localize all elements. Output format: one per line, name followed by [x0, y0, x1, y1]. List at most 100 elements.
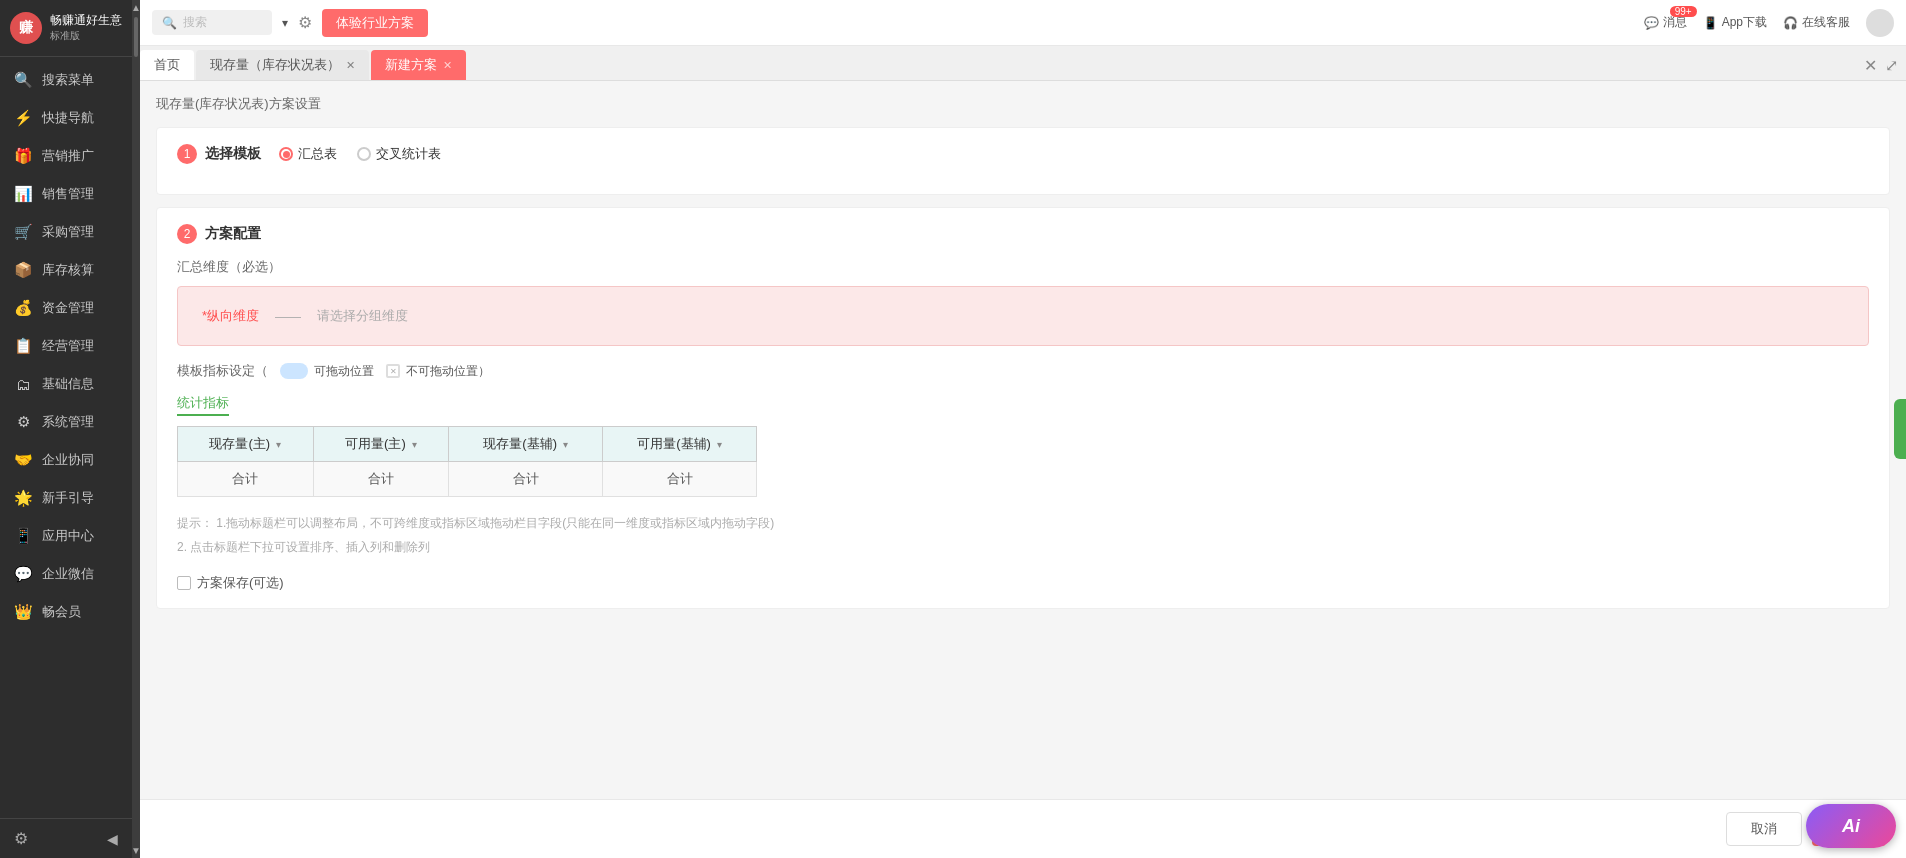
dimension-box[interactable]: *纵向维度 —— 请选择分组维度	[177, 286, 1869, 346]
tab-bar: 首页 现存量（库存状况表） ✕ 新建方案 ✕ ✕ ⤢	[140, 46, 1906, 81]
sidebar-label-basic-info: 基础信息	[42, 375, 94, 393]
radio-summary-label: 汇总表	[298, 145, 337, 163]
col-header-1[interactable]: 现存量(主) ▾	[178, 427, 314, 462]
radio-crosstab-indicator	[357, 147, 371, 161]
online-service-item[interactable]: 🎧 在线客服	[1783, 14, 1850, 31]
col-header-3[interactable]: 现存量(基辅) ▾	[449, 427, 603, 462]
template-radio-group: 汇总表 交叉统计表	[279, 145, 1869, 163]
col-header-2[interactable]: 可用量(主) ▾	[313, 427, 449, 462]
online-service-label: 在线客服	[1802, 14, 1850, 31]
step2-badge: 2	[177, 224, 197, 244]
toggle-non-draggable-label: 不可拖动位置）	[406, 363, 490, 380]
save-option-label: 方案保存(可选)	[197, 574, 284, 592]
tab-home[interactable]: 首页	[140, 50, 194, 80]
col-chevron-1: ▾	[276, 439, 281, 450]
step2-title: 方案配置	[205, 225, 261, 243]
col-header-4-label: 可用量(基辅)	[637, 435, 711, 453]
member-icon: 👑	[14, 603, 32, 621]
sidebar-item-marketing[interactable]: 🎁 营销推广	[0, 137, 132, 175]
sidebar-label-sales: 销售管理	[42, 185, 94, 203]
right-floating-bar[interactable]	[1894, 399, 1906, 459]
ai-float-button[interactable]: Ai	[1806, 804, 1896, 848]
dimension-placeholder: 请选择分组维度	[317, 307, 408, 325]
sidebar-item-system[interactable]: ⚙ 系统管理	[0, 403, 132, 441]
message-item[interactable]: 💬 消息 99+	[1644, 14, 1687, 31]
step1-badge: 1	[177, 144, 197, 164]
tab-new-plan[interactable]: 新建方案 ✕	[371, 50, 466, 80]
stats-section: 统计指标 现存量(主) ▾	[177, 394, 1869, 497]
sidebar-label-enterprise: 企业协同	[42, 451, 94, 469]
tab-inventory[interactable]: 现存量（库存状况表） ✕	[196, 50, 369, 80]
sidebar-label-app-center: 应用中心	[42, 527, 94, 545]
radio-summary-indicator	[279, 147, 293, 161]
search-bar[interactable]: 🔍 搜索	[152, 10, 272, 35]
sidebar-item-basic-info[interactable]: 🗂 基础信息	[0, 365, 132, 403]
tab-new-plan-label: 新建方案	[385, 56, 437, 74]
gear-icon[interactable]: ⚙	[298, 13, 312, 32]
cancel-button[interactable]: 取消	[1726, 812, 1802, 846]
action-bar: 取消 查询	[140, 799, 1906, 858]
sidebar-item-wechat[interactable]: 💬 企业微信	[0, 555, 132, 593]
app-download-label: App下载	[1722, 14, 1767, 31]
sidebar-label-purchase: 采购管理	[42, 223, 94, 241]
industry-plan-button[interactable]: 体验行业方案	[322, 9, 428, 37]
topbar-right: 💬 消息 99+ 📱 App下载 🎧 在线客服	[1644, 9, 1894, 37]
settings-icon[interactable]: ⚙	[14, 829, 28, 848]
tab-new-plan-close[interactable]: ✕	[443, 59, 452, 72]
main-area: 🔍 搜索 ▾ ⚙ 体验行业方案 💬 消息 99+ 📱 App下载 🎧 在线客服	[140, 0, 1906, 858]
sidebar-item-operations[interactable]: 📋 经营管理	[0, 327, 132, 365]
hint-1: 提示： 1.拖动标题栏可以调整布局，不可跨维度或指标区域拖动栏目字段(只能在同一…	[177, 513, 1869, 535]
quick-nav-icon: ⚡	[14, 109, 32, 127]
col-header-4[interactable]: 可用量(基辅) ▾	[603, 427, 757, 462]
sidebar-item-member[interactable]: 👑 畅会员	[0, 593, 132, 631]
sidebar-label-wechat: 企业微信	[42, 565, 94, 583]
indicators-label-text: 模板指标设定（	[177, 362, 268, 380]
tab-expand-button[interactable]: ⤢	[1885, 56, 1898, 75]
operations-icon: 📋	[14, 337, 32, 355]
tab-actions: ✕ ⤢	[1864, 50, 1906, 80]
stats-label: 统计指标	[177, 394, 229, 416]
enterprise-icon: 🤝	[14, 451, 32, 469]
sidebar-label-member: 畅会员	[42, 603, 81, 621]
sidebar-header: 赚 畅赚通好生意 标准版	[0, 0, 132, 57]
sidebar-item-quick-nav[interactable]: ⚡ 快捷导航	[0, 99, 132, 137]
col-header-1-label: 现存量(主)	[209, 435, 270, 453]
sidebar-item-new-guide[interactable]: 🌟 新手引导	[0, 479, 132, 517]
app-download-item[interactable]: 📱 App下载	[1703, 14, 1767, 31]
sidebar-item-finance[interactable]: 💰 资金管理	[0, 289, 132, 327]
col-header-2-label: 可用量(主)	[345, 435, 406, 453]
sidebar-label-operations: 经营管理	[42, 337, 94, 355]
col-summary-3: 合计	[449, 462, 603, 497]
col-chevron-3: ▾	[563, 439, 568, 450]
user-avatar[interactable]	[1866, 9, 1894, 37]
col-header-3-label: 现存量(基辅)	[483, 435, 557, 453]
tab-close-window-button[interactable]: ✕	[1864, 56, 1877, 75]
collapse-icon[interactable]: ◀	[107, 831, 118, 847]
sidebar-label-new-guide: 新手引导	[42, 489, 94, 507]
col-summary-2: 合计	[313, 462, 449, 497]
topbar-dropdown[interactable]: ▾	[282, 16, 288, 30]
sidebar-item-search[interactable]: 🔍 搜索菜单	[0, 61, 132, 99]
sidebar-item-sales[interactable]: 📊 销售管理	[0, 175, 132, 213]
tab-inventory-close[interactable]: ✕	[346, 59, 355, 72]
step1-title: 选择模板	[205, 145, 261, 163]
sidebar-item-purchase[interactable]: 🛒 采购管理	[0, 213, 132, 251]
toggle-non-draggable: 不可拖动位置）	[386, 363, 490, 380]
toggle-draggable-box[interactable]	[280, 363, 308, 379]
sidebar-item-app-center[interactable]: 📱 应用中心	[0, 517, 132, 555]
dimension-arrow: ——	[275, 309, 301, 324]
stats-table: 现存量(主) ▾ 可用量(主) ▾	[177, 426, 757, 497]
sidebar-item-enterprise[interactable]: 🤝 企业协同	[0, 441, 132, 479]
search-icon: 🔍	[162, 16, 177, 30]
stats-table-header-row: 现存量(主) ▾ 可用量(主) ▾	[178, 427, 757, 462]
radio-summary[interactable]: 汇总表	[279, 145, 337, 163]
save-checkbox[interactable]	[177, 576, 191, 590]
step1-header: 1 选择模板 汇总表 交叉统计表	[177, 144, 1869, 164]
scroll-thumb	[134, 17, 138, 57]
hints: 提示： 1.拖动标题栏可以调整布局，不可跨维度或指标区域拖动栏目字段(只能在同一…	[177, 513, 1869, 558]
sidebar-item-inventory-mgr[interactable]: 📦 库存核算	[0, 251, 132, 289]
sidebar-label-system: 系统管理	[42, 413, 94, 431]
radio-crosstab[interactable]: 交叉统计表	[357, 145, 441, 163]
basic-info-icon: 🗂	[14, 375, 32, 393]
section-plan-config: 2 方案配置 汇总维度（必选） *纵向维度 —— 请选择分组维度 模板指标设定（…	[156, 207, 1890, 609]
